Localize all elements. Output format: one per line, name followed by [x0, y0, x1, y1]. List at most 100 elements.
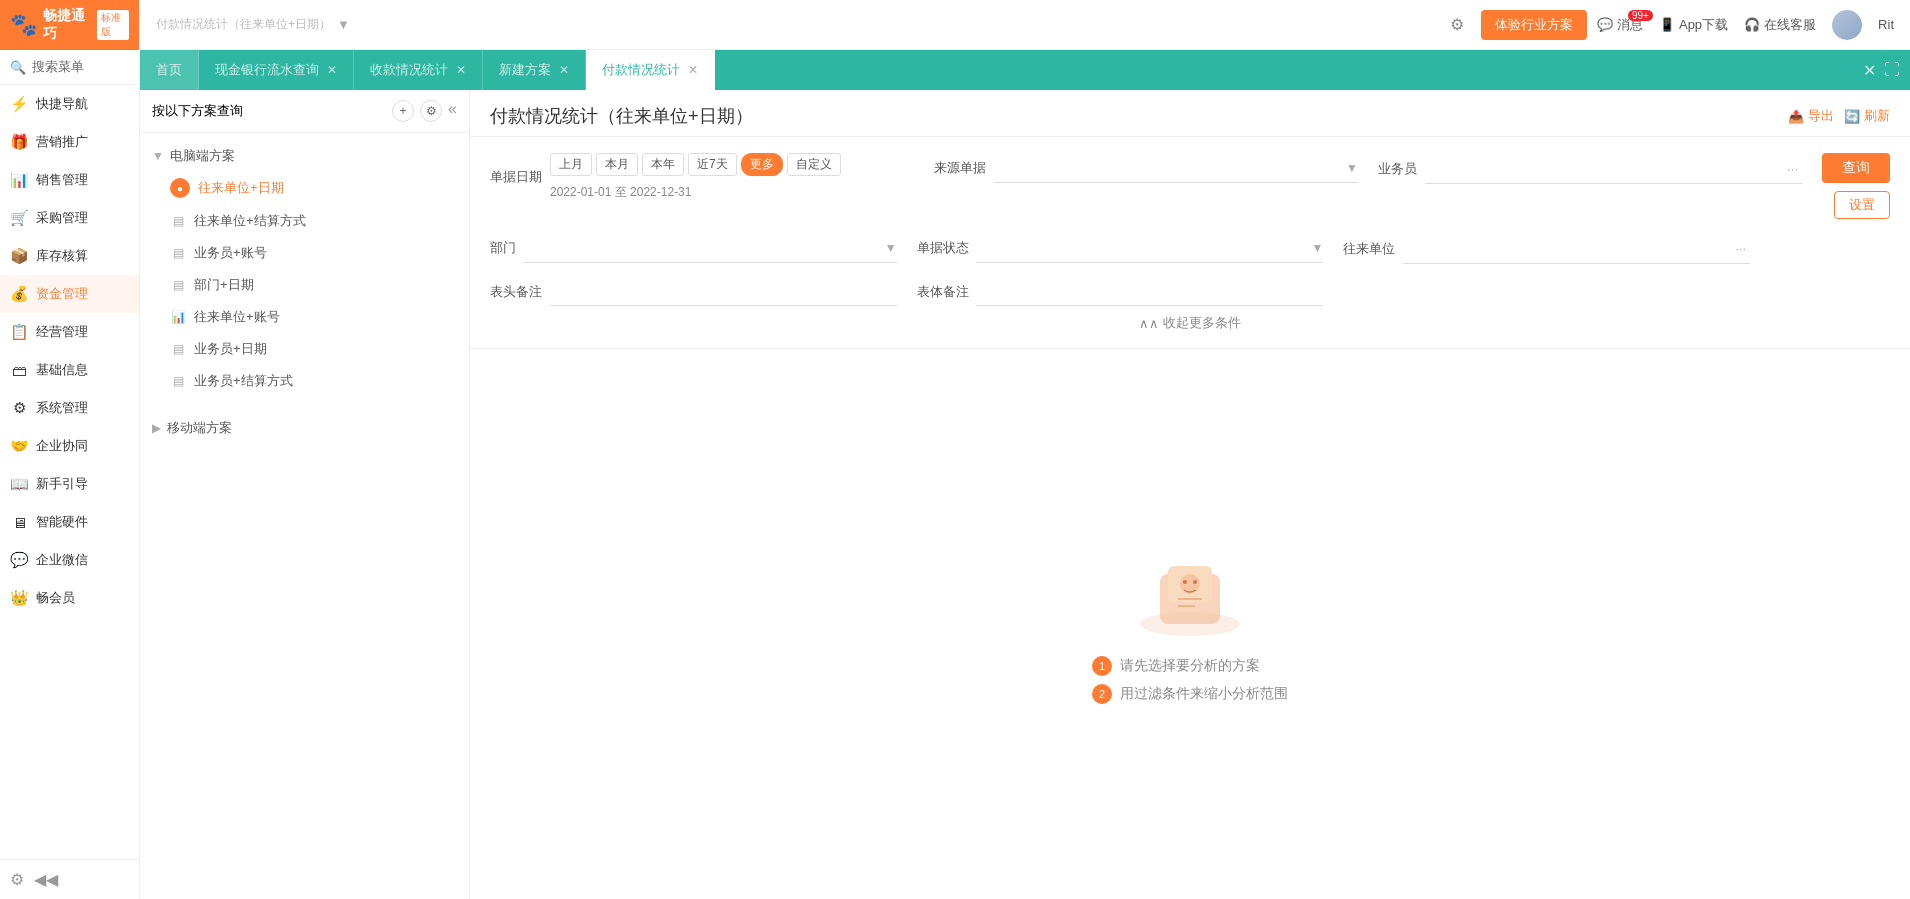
scheme-item-label: 部门+日期 — [194, 276, 254, 294]
tab-new-scheme-close[interactable]: ✕ — [559, 63, 569, 77]
window-close-icon[interactable]: ✕ — [1863, 61, 1876, 80]
query-btn[interactable]: 查询 — [1822, 153, 1890, 183]
body-memo-filter: 表体备注 — [917, 278, 1324, 306]
source-select[interactable]: ▼ — [994, 153, 1358, 183]
date-7days-btn[interactable]: 近7天 — [688, 153, 737, 176]
collapse-more-btn[interactable]: ∧∧ 收起更多条件 — [490, 306, 1890, 332]
counterparty-label: 往来单位 — [1343, 240, 1395, 258]
refresh-label: 刷新 — [1864, 107, 1890, 125]
add-scheme-btn[interactable]: + — [392, 100, 414, 122]
message-badge: 99+ — [1628, 10, 1653, 21]
sidebar-item-sales[interactable]: 📊 销售管理 — [0, 161, 139, 199]
empty-state: 1 请先选择要分析的方案 2 用过滤条件来缩小分析范围 — [470, 349, 1910, 899]
date-options: 上月 本月 本年 近7天 更多 自定义 — [550, 153, 841, 176]
sidebar-item-quick-nav[interactable]: ⚡ 快捷导航 — [0, 85, 139, 123]
agent-ellipsis[interactable]: ··· — [1783, 161, 1802, 176]
settings-btn2[interactable]: 设置 — [1834, 191, 1890, 219]
sidebar-item-purchase[interactable]: 🛒 采购管理 — [0, 199, 139, 237]
agent-input[interactable] — [1425, 153, 1783, 183]
collapse-icon: ∧∧ — [1139, 316, 1159, 331]
date-this-month-btn[interactable]: 本月 — [596, 153, 638, 176]
scheme-icon: ▤ — [170, 341, 186, 357]
tab-payable[interactable]: 付款情况统计 ✕ — [586, 50, 715, 90]
sidebar-item-label: 快捷导航 — [36, 95, 88, 113]
user-avatar[interactable] — [1832, 10, 1862, 40]
scheme-item-dept-date[interactable]: ▤ 部门+日期 — [140, 269, 469, 301]
search-icon: 🔍 — [10, 60, 26, 75]
status-label: 单据状态 — [917, 239, 969, 257]
service-icon: 🎧 — [1744, 17, 1760, 32]
scheme-item-agent-account[interactable]: ▤ 业务员+账号 — [140, 237, 469, 269]
app-download-btn[interactable]: 📱 App下载 — [1659, 16, 1728, 34]
counterparty-input[interactable] — [1403, 233, 1731, 263]
status-select[interactable]: ▼ — [977, 233, 1324, 263]
sidebar-item-label: 经营管理 — [36, 323, 88, 341]
sidebar-item-wechat[interactable]: 💬 企业微信 — [0, 541, 139, 579]
left-panel: 按以下方案查询 + ⚙ « ▼ 电脑端方案 ● 往来单位+日期 ▤ — [140, 90, 470, 899]
scheme-item-counterparty-date[interactable]: ● 往来单位+日期 — [140, 171, 469, 205]
topbar-settings-btn[interactable]: ⚙ — [1443, 11, 1471, 39]
scheme-settings-btn[interactable]: ⚙ — [420, 100, 442, 122]
sidebar-tag: 标准版 — [97, 10, 129, 40]
date-custom-btn[interactable]: 自定义 — [787, 153, 841, 176]
message-btn[interactable]: 💬 消息 99+ — [1597, 16, 1643, 34]
date-this-year-btn[interactable]: 本年 — [642, 153, 684, 176]
sidebar-settings-icon[interactable]: ⚙ — [10, 870, 24, 889]
tab-cashflow[interactable]: 现金银行流水查询 ✕ — [199, 50, 354, 90]
sidebar-item-marketing[interactable]: 🎁 营销推广 — [0, 123, 139, 161]
enterprise-icon: 🤝 — [10, 437, 28, 455]
header-memo-input[interactable] — [550, 278, 897, 306]
svg-point-4 — [1183, 580, 1187, 584]
mobile-scheme-group-title[interactable]: ▶ 移动端方案 — [140, 413, 469, 443]
sidebar-item-enterprise[interactable]: 🤝 企业协同 — [0, 427, 139, 465]
online-service-btn[interactable]: 🎧 在线客服 — [1744, 16, 1816, 34]
tab-new-scheme[interactable]: 新建方案 ✕ — [483, 50, 586, 90]
date-last-month-btn[interactable]: 上月 — [550, 153, 592, 176]
pc-scheme-group: ▼ 电脑端方案 ● 往来单位+日期 ▤ 往来单位+结算方式 ▤ 业务员+账号 ▤ — [140, 133, 469, 405]
dept-select[interactable]: ▼ — [524, 233, 897, 263]
sidebar-item-finance[interactable]: 💰 资金管理 — [0, 275, 139, 313]
sidebar-item-label: 企业协同 — [36, 437, 88, 455]
mobile-scheme-group: ▶ 移动端方案 — [140, 405, 469, 451]
tab-cashflow-close[interactable]: ✕ — [327, 63, 337, 77]
app-icon: 📱 — [1659, 17, 1675, 32]
scheme-item-agent-settlement[interactable]: ▤ 业务员+结算方式 — [140, 365, 469, 397]
trial-industry-btn[interactable]: 体验行业方案 — [1481, 10, 1587, 40]
sidebar-search[interactable]: 🔍 搜索菜单 — [0, 50, 139, 85]
scheme-item-counterparty-account[interactable]: 📊 往来单位+账号 — [140, 301, 469, 333]
left-panel-header: 按以下方案查询 + ⚙ « — [140, 90, 469, 133]
sidebar-item-member[interactable]: 👑 畅会员 — [0, 579, 139, 617]
refresh-btn[interactable]: 🔄 刷新 — [1844, 107, 1890, 125]
window-maximize-icon[interactable]: ⛶ — [1884, 61, 1900, 79]
scheme-item-agent-date[interactable]: ▤ 业务员+日期 — [140, 333, 469, 365]
scheme-icon: ▤ — [170, 213, 186, 229]
sidebar-item-system[interactable]: ⚙ 系统管理 — [0, 389, 139, 427]
tab-receivable-close[interactable]: ✕ — [456, 63, 466, 77]
export-btn[interactable]: 📤 导出 — [1788, 107, 1834, 125]
sidebar: 🐾 畅捷通巧 标准版 🔍 搜索菜单 ⚡ 快捷导航 🎁 营销推广 📊 销售管理 🛒… — [0, 0, 140, 899]
quick-nav-icon: ⚡ — [10, 95, 28, 113]
date-filter: 单据日期 上月 本月 本年 近7天 更多 自定义 2022-01-01 至 20… — [490, 153, 914, 201]
counterparty-ellipsis[interactable]: ··· — [1731, 241, 1750, 256]
pc-scheme-group-title[interactable]: ▼ 电脑端方案 — [140, 141, 469, 171]
filter-row-1: 单据日期 上月 本月 本年 近7天 更多 自定义 2022-01-01 至 20… — [490, 153, 1890, 219]
sidebar-collapse-icon[interactable]: ◀◀ — [34, 870, 58, 889]
scheme-item-label: 业务员+结算方式 — [194, 372, 293, 390]
left-panel-collapse-btn[interactable]: « — [448, 100, 457, 122]
content-area: 按以下方案查询 + ⚙ « ▼ 电脑端方案 ● 往来单位+日期 ▤ — [140, 90, 1910, 899]
scheme-item-counterparty-settlement[interactable]: ▤ 往来单位+结算方式 — [140, 205, 469, 237]
sidebar-item-inventory[interactable]: 📦 库存核算 — [0, 237, 139, 275]
tab-receivable[interactable]: 收款情况统计 ✕ — [354, 50, 483, 90]
mobile-group-label: 移动端方案 — [167, 419, 232, 437]
sidebar-item-guide[interactable]: 📖 新手引导 — [0, 465, 139, 503]
sidebar-item-label: 资金管理 — [36, 285, 88, 303]
refresh-icon: 🔄 — [1844, 109, 1860, 124]
sidebar-item-operation[interactable]: 📋 经营管理 — [0, 313, 139, 351]
tab-payable-close[interactable]: ✕ — [688, 63, 698, 77]
sidebar-item-hardware[interactable]: 🖥 智能硬件 — [0, 503, 139, 541]
body-memo-input[interactable] — [977, 278, 1324, 306]
date-more-btn[interactable]: 更多 — [741, 153, 783, 176]
tab-home[interactable]: 首页 — [140, 50, 199, 90]
sidebar-item-basic[interactable]: 🗃 基础信息 — [0, 351, 139, 389]
topbar-right: 💬 消息 99+ 📱 App下载 🎧 在线客服 Rit — [1597, 10, 1894, 40]
